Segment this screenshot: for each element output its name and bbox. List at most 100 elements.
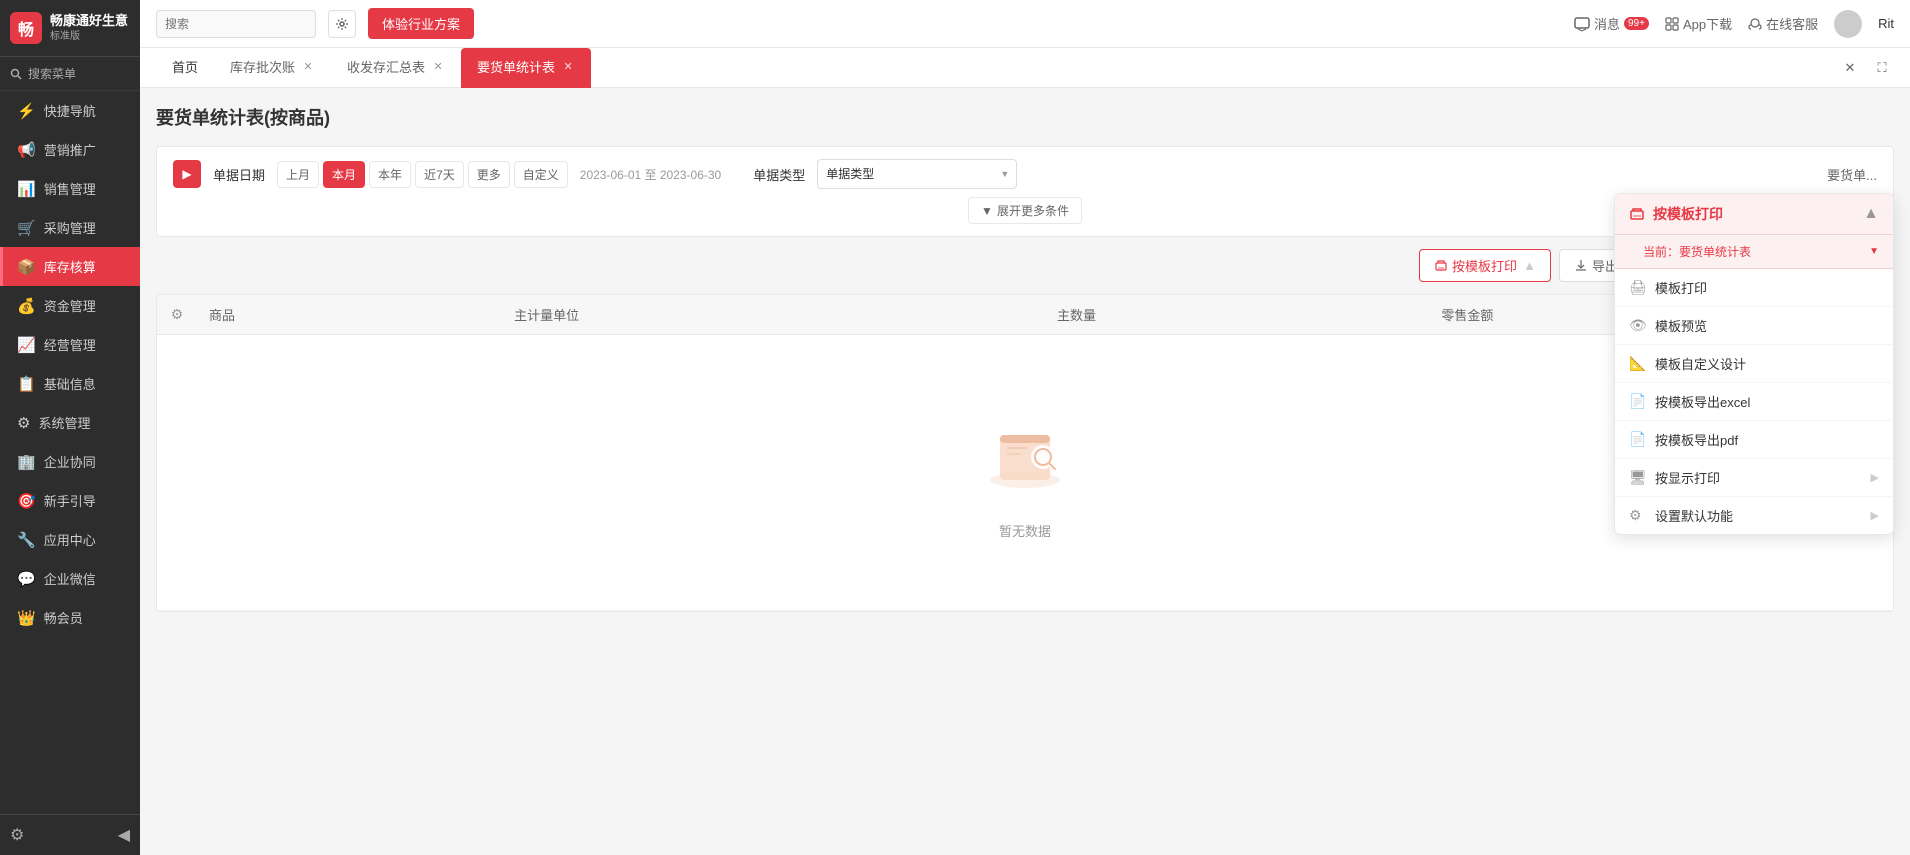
customer-service-btn[interactable]: 在线客服 bbox=[1748, 14, 1818, 33]
tab-close-receipt-summary[interactable]: ✕ bbox=[431, 60, 445, 74]
print-btn[interactable]: 按模板打印 ▲ bbox=[1419, 249, 1551, 282]
sidebar-label-operation: 经营管理 bbox=[44, 335, 96, 354]
close-tab-btn[interactable]: ✕ bbox=[1838, 56, 1862, 80]
app-download-btn[interactable]: App下载 bbox=[1665, 14, 1732, 33]
avatar[interactable] bbox=[1834, 10, 1862, 38]
topbar-settings-btn[interactable] bbox=[328, 10, 356, 38]
dropdown-template-preview[interactable]: 👁 模板预览 bbox=[1615, 307, 1893, 345]
default-func-arrow: ▶ bbox=[1871, 509, 1879, 522]
tab-home[interactable]: 首页 bbox=[156, 48, 214, 88]
dropdown-close-btn[interactable]: ▲ bbox=[1863, 205, 1879, 223]
sidebar-item-sales[interactable]: 📊 销售管理 bbox=[0, 169, 140, 208]
default-func-label: 设置默认功能 bbox=[1655, 506, 1733, 525]
app-name: 畅康通好生意 bbox=[50, 13, 128, 30]
sidebar-search[interactable]: 搜索菜单 bbox=[0, 57, 140, 91]
template-design-label: 模板自定义设计 bbox=[1655, 354, 1746, 373]
sidebar-item-guide[interactable]: 🎯 新手引导 bbox=[0, 481, 140, 520]
order-type-select[interactable]: 单据类型 bbox=[817, 159, 1017, 189]
message-label: 消息 bbox=[1594, 14, 1620, 33]
sidebar-item-quick-nav[interactable]: ⚡ 快捷导航 bbox=[0, 91, 140, 130]
tab-order-stats[interactable]: 要货单统计表✕ bbox=[461, 48, 591, 88]
dropdown-title: 按模板打印 bbox=[1653, 204, 1723, 224]
sidebar-icon-operation: 📈 bbox=[17, 336, 36, 354]
sidebar-item-marketing[interactable]: 📢 营销推广 bbox=[0, 130, 140, 169]
filter-expand-icon[interactable]: ▶ bbox=[173, 160, 201, 188]
sidebar-icon-enterprise: 🏢 bbox=[17, 453, 36, 471]
tab-label-home: 首页 bbox=[172, 57, 198, 76]
sidebar-item-enterprise[interactable]: 🏢 企业协同 bbox=[0, 442, 140, 481]
tab-close-order-stats[interactable]: ✕ bbox=[561, 60, 575, 74]
date-btn-7days[interactable]: 近7天 bbox=[415, 161, 464, 188]
maximize-tab-btn[interactable]: ⛶ bbox=[1870, 56, 1894, 80]
expand-more-btn[interactable]: ▼ 展开更多条件 bbox=[968, 197, 1082, 224]
dropdown-header: 按模板打印 ▲ bbox=[1615, 194, 1893, 235]
message-btn[interactable]: 消息 99+ bbox=[1574, 14, 1649, 33]
sidebar-nav: ⚡ 快捷导航 📢 营销推广 📊 销售管理 🛒 采购管理 📦 库存核算 💰 资金管… bbox=[0, 91, 140, 814]
dropdown-current-item[interactable]: 当前：要货单统计表 ▼ bbox=[1615, 235, 1893, 269]
sidebar-item-purchase[interactable]: 🛒 采购管理 bbox=[0, 208, 140, 247]
date-btn-prev-month[interactable]: 上月 bbox=[277, 161, 319, 188]
template-design-icon: 📐 bbox=[1629, 355, 1645, 372]
search-input[interactable] bbox=[156, 10, 316, 38]
dropdown-template-print[interactable]: 🖨 模板打印 bbox=[1615, 269, 1893, 307]
sidebar-icon-member: 👑 bbox=[17, 609, 36, 627]
footer-settings-icon[interactable]: ⚙ bbox=[10, 825, 24, 845]
dropdown-current-label: 当前：要货单统计表 bbox=[1643, 243, 1751, 260]
topbar-right: 消息 99+ App下载 在线客服 Rit bbox=[1574, 10, 1894, 38]
col-settings: ⚙ bbox=[157, 295, 197, 335]
print-icon bbox=[1434, 259, 1448, 273]
app-logo: 畅 畅康通好生意 标准版 bbox=[0, 0, 140, 57]
tab-inventory-batch[interactable]: 库存批次账✕ bbox=[214, 48, 331, 88]
sidebar-item-wechat[interactable]: 💬 企业微信 bbox=[0, 559, 140, 598]
col-settings-icon[interactable]: ⚙ bbox=[171, 306, 184, 322]
date-btn-group: 上月 本月 本年 近7天 更多 自定义 bbox=[277, 161, 568, 188]
sidebar-label-enterprise: 企业协同 bbox=[44, 452, 96, 471]
sidebar-item-member[interactable]: 👑 畅会员 bbox=[0, 598, 140, 637]
sidebar-icon-marketing: 📢 bbox=[17, 141, 36, 159]
trial-btn[interactable]: 体验行业方案 bbox=[368, 8, 474, 39]
col-unit: 主计量单位 bbox=[502, 295, 1045, 335]
sidebar-item-operation[interactable]: 📈 经营管理 bbox=[0, 325, 140, 364]
sidebar-icon-app-center: 🔧 bbox=[17, 531, 36, 549]
sidebar-item-basic[interactable]: 📋 基础信息 bbox=[0, 364, 140, 403]
search-icon bbox=[10, 68, 22, 80]
sidebar-label-sales: 销售管理 bbox=[44, 179, 96, 198]
sidebar-icon-finance: 💰 bbox=[17, 297, 36, 315]
date-btn-more[interactable]: 更多 bbox=[468, 161, 510, 188]
date-btn-this-year[interactable]: 本年 bbox=[369, 161, 411, 188]
dropdown-template-pdf[interactable]: 📄 按模板导出pdf bbox=[1615, 421, 1893, 459]
sidebar-footer: ⚙ ◀ bbox=[0, 814, 140, 855]
default-func-icon: ⚙ bbox=[1629, 507, 1645, 524]
date-btn-this-month[interactable]: 本月 bbox=[323, 161, 365, 188]
sidebar-search-label: 搜索菜单 bbox=[28, 65, 76, 82]
username-label: Rit bbox=[1878, 16, 1894, 31]
tabbar-controls: ✕ ⛶ bbox=[1838, 56, 1894, 80]
col-product: 商品 bbox=[197, 295, 502, 335]
main-area: 体验行业方案 消息 99+ App下载 在线客服 Rit 首页库存批次账✕收发存… bbox=[140, 0, 1910, 855]
tab-close-inventory-batch[interactable]: ✕ bbox=[301, 60, 315, 74]
template-print-label: 模板打印 bbox=[1655, 278, 1707, 297]
page-title: 要货单统计表(按商品) bbox=[156, 104, 1894, 130]
app-download-icon bbox=[1665, 17, 1679, 31]
app-version: 标准版 bbox=[50, 30, 128, 43]
dropdown-current-arrow: ▼ bbox=[1869, 246, 1879, 257]
display-print-icon: 🖥 bbox=[1629, 469, 1645, 486]
sidebar-item-system[interactable]: ⚙ 系统管理 bbox=[0, 403, 140, 442]
dropdown-template-excel[interactable]: 📄 按模板导出excel bbox=[1615, 383, 1893, 421]
dropdown-default-func[interactable]: ⚙ 设置默认功能 ▶ bbox=[1615, 497, 1893, 534]
sidebar-item-inventory[interactable]: 📦 库存核算 bbox=[0, 247, 140, 286]
headset-icon bbox=[1748, 17, 1762, 31]
template-preview-icon: 👁 bbox=[1629, 317, 1645, 334]
display-print-label: 按显示打印 bbox=[1655, 468, 1720, 487]
dropdown-display-print[interactable]: 🖥 按显示打印 ▶ bbox=[1615, 459, 1893, 497]
dropdown-template-design[interactable]: 📐 模板自定义设计 bbox=[1615, 345, 1893, 383]
date-btn-custom[interactable]: 自定义 bbox=[514, 161, 568, 188]
sidebar-label-purchase: 采购管理 bbox=[44, 218, 96, 237]
footer-collapse-icon[interactable]: ◀ bbox=[118, 825, 130, 845]
sidebar-item-finance[interactable]: 💰 资金管理 bbox=[0, 286, 140, 325]
filter-row-1: ▶ 单据日期 上月 本月 本年 近7天 更多 自定义 2023-06-01 至 … bbox=[173, 159, 1877, 189]
sidebar-item-app-center[interactable]: 🔧 应用中心 bbox=[0, 520, 140, 559]
app-download-label: App下载 bbox=[1683, 14, 1732, 33]
tab-receipt-summary[interactable]: 收发存汇总表✕ bbox=[331, 48, 461, 88]
template-excel-icon: 📄 bbox=[1629, 393, 1645, 410]
